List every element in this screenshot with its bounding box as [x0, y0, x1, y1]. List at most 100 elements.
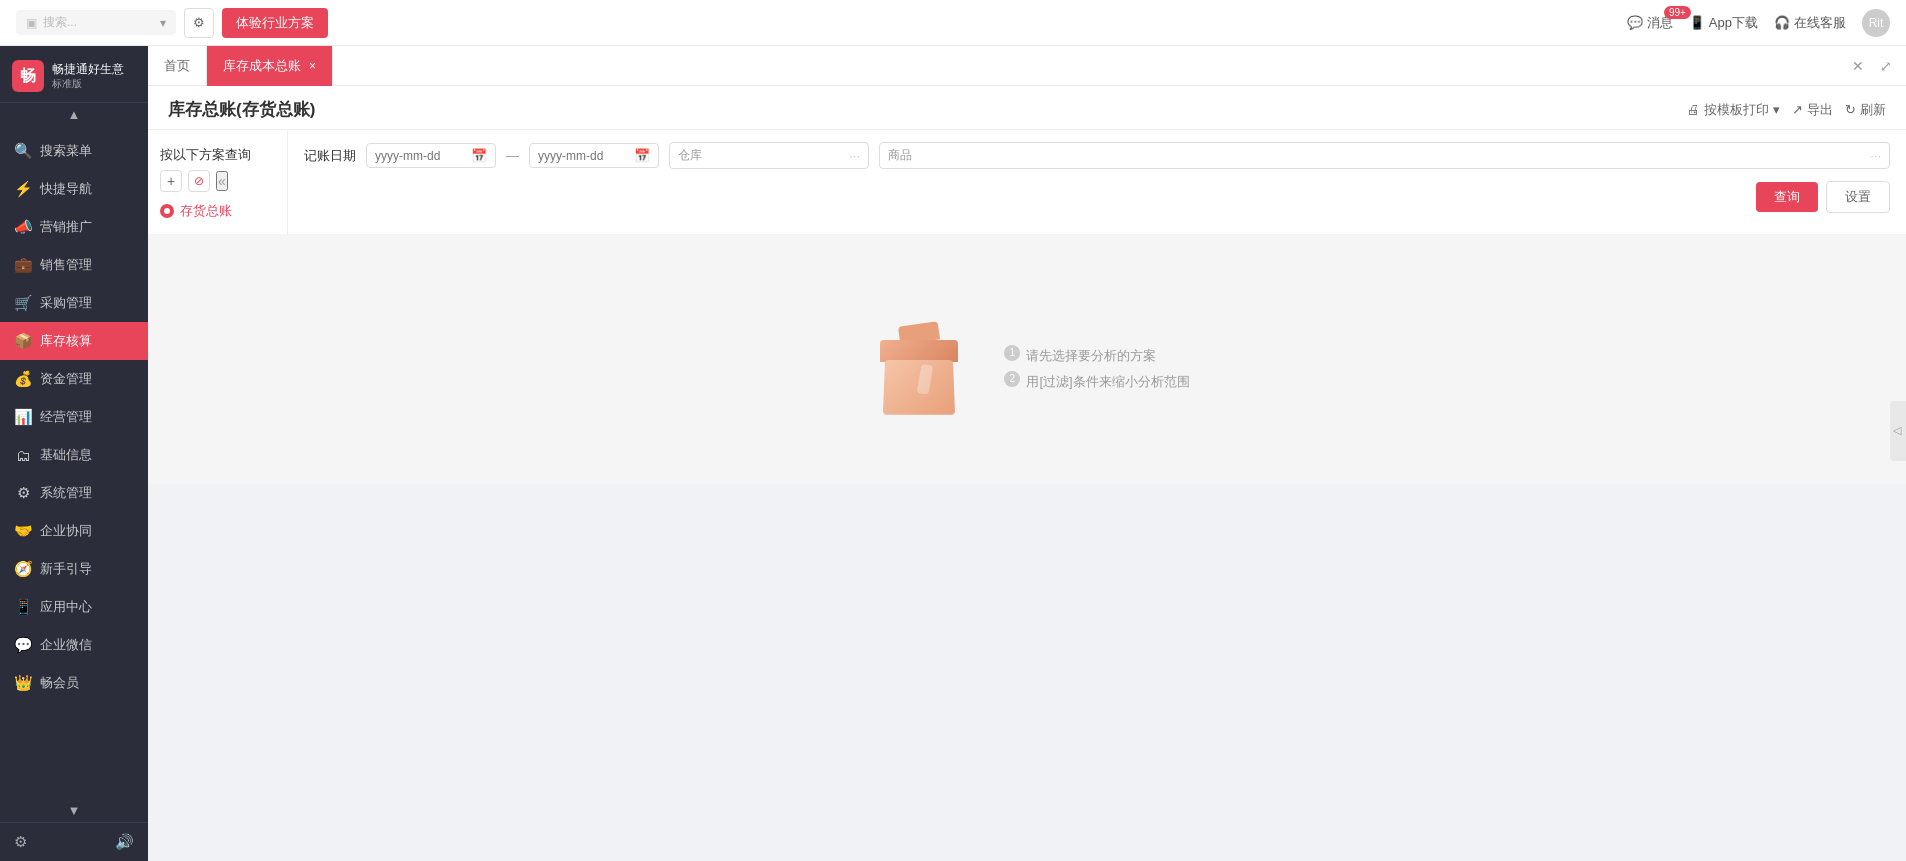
- sidebar-label-basic-info: 基础信息: [40, 446, 92, 464]
- product-select[interactable]: 商品 ···: [879, 142, 1890, 169]
- tab-inventory-ledger[interactable]: 库存成本总账 ×: [207, 46, 333, 86]
- empty-tips: 1 请先选择要分析的方案 2 用[过滤]条件来缩小分析范围: [1004, 343, 1189, 395]
- page-header: 库存总账(存货总账) 🖨 按模板打印 ▾ ↗ 导出 ↻ 刷新: [148, 86, 1906, 130]
- tab-close-all-icon[interactable]: ✕: [1846, 54, 1870, 78]
- right-panel-toggle[interactable]: ◁: [1890, 401, 1906, 461]
- sidebar-item-basic-info[interactable]: 🗂 基础信息: [0, 436, 148, 474]
- calendar-start-icon[interactable]: 📅: [471, 148, 487, 163]
- messages-badge: 99+: [1664, 6, 1691, 19]
- filter-collapse-button[interactable]: «: [216, 171, 228, 191]
- guide-icon: 🧭: [14, 560, 32, 578]
- logo-icon: 畅: [12, 60, 44, 92]
- filter-clear-button[interactable]: ⊘: [188, 170, 210, 192]
- search-dropdown-icon[interactable]: ▾: [160, 16, 166, 30]
- query-button[interactable]: 查询: [1756, 182, 1818, 212]
- warehouse-label: 仓库: [678, 147, 849, 164]
- sidebar-label-vip: 畅会员: [40, 674, 79, 692]
- search-placeholder: 搜索...: [43, 14, 77, 31]
- sidebar-item-wechat[interactable]: 💬 企业微信: [0, 626, 148, 664]
- warehouse-select[interactable]: 仓库 ···: [669, 142, 869, 169]
- settings-footer-icon[interactable]: ⚙: [14, 833, 27, 851]
- sidebar-item-finance[interactable]: 💰 资金管理: [0, 360, 148, 398]
- filter-top-row: 记账日期 📅 — 📅 仓库 ···: [304, 142, 1890, 169]
- product-label: 商品: [888, 147, 1870, 164]
- gear-button[interactable]: ⚙: [184, 8, 214, 38]
- tab-home[interactable]: 首页: [148, 46, 207, 86]
- sidebar-item-purchase[interactable]: 🛒 采购管理: [0, 284, 148, 322]
- sidebar-item-guide[interactable]: 🧭 新手引导: [0, 550, 148, 588]
- filter-clear-icon: ⊘: [194, 174, 204, 188]
- sidebar-label-inventory: 库存核算: [40, 332, 92, 350]
- sidebar-item-collaboration[interactable]: 🤝 企业协同: [0, 512, 148, 550]
- sidebar-item-search-menu[interactable]: 🔍 搜索菜单: [0, 132, 148, 170]
- top-search[interactable]: ▣ 搜索... ▾: [16, 10, 176, 35]
- sidebar-label-guide: 新手引导: [40, 560, 92, 578]
- sidebar-item-quick-nav[interactable]: ⚡ 快捷导航: [0, 170, 148, 208]
- sidebar-label-purchase: 采购管理: [40, 294, 92, 312]
- empty-illustration: [864, 314, 974, 424]
- sidebar-label-system: 系统管理: [40, 484, 92, 502]
- industry-button[interactable]: 体验行业方案: [222, 8, 328, 38]
- sidebar-label-collaboration: 企业协同: [40, 522, 92, 540]
- tab-expand-icon[interactable]: ⤢: [1874, 54, 1898, 78]
- empty-inner: 1 请先选择要分析的方案 2 用[过滤]条件来缩小分析范围: [864, 314, 1189, 424]
- sidebar-scroll-down[interactable]: ▼: [0, 799, 148, 822]
- sidebar: 畅 畅捷通好生意 标准版 ▲ 🔍 搜索菜单 ⚡ 快捷导航 📣 营销推广 💼: [0, 46, 148, 861]
- print-dropdown-icon[interactable]: ▾: [1773, 102, 1780, 117]
- tabs-right-actions: ✕ ⤢: [1838, 54, 1906, 78]
- audio-footer-icon[interactable]: 🔊: [115, 833, 134, 851]
- date-filter-label: 记账日期: [304, 147, 356, 165]
- box-lid: [880, 340, 958, 362]
- product-more-icon[interactable]: ···: [1870, 148, 1881, 163]
- export-button[interactable]: ↗ 导出: [1792, 101, 1833, 119]
- inventory-icon: 📦: [14, 332, 32, 350]
- date-end-input[interactable]: 📅: [529, 143, 659, 168]
- search-text: ▣: [26, 16, 37, 30]
- warehouse-more-icon[interactable]: ···: [849, 148, 860, 163]
- settings-button[interactable]: 设置: [1826, 181, 1890, 213]
- scheme-dot-icon: [160, 204, 174, 218]
- sidebar-label-finance: 资金管理: [40, 370, 92, 388]
- date-end-field[interactable]: [538, 149, 628, 163]
- tab-close-icon[interactable]: ×: [309, 59, 316, 73]
- filter-add-button[interactable]: +: [160, 170, 182, 192]
- calendar-end-icon[interactable]: 📅: [634, 148, 650, 163]
- date-start-field[interactable]: [375, 149, 465, 163]
- top-bar: ▣ 搜索... ▾ ⚙ 体验行业方案 💬 消息 99+ 📱 App下载 🎧 在线…: [0, 0, 1906, 46]
- app-download-button[interactable]: 📱 App下载: [1689, 14, 1758, 32]
- sidebar-item-sales[interactable]: 💼 销售管理: [0, 246, 148, 284]
- filter-action-row: 查询 设置: [304, 181, 1890, 213]
- filter-right-panel: 记账日期 📅 — 📅 仓库 ···: [288, 130, 1906, 234]
- messages-button[interactable]: 💬 消息 99+: [1627, 14, 1673, 32]
- sidebar-item-system[interactable]: ⚙ 系统管理: [0, 474, 148, 512]
- message-icon: 💬: [1627, 15, 1643, 30]
- box-shine: [917, 364, 934, 395]
- sidebar-label-marketing: 营销推广: [40, 218, 92, 236]
- box-body: [883, 360, 955, 415]
- filter-area: 按以下方案查询 + ⊘ « 存货总账: [148, 130, 1906, 234]
- user-avatar[interactable]: Rit: [1862, 9, 1890, 37]
- sidebar-logo: 畅 畅捷通好生意 标准版: [0, 46, 148, 103]
- print-button[interactable]: 🖨 按模板打印 ▾: [1687, 101, 1780, 119]
- sidebar-item-management[interactable]: 📊 经营管理: [0, 398, 148, 436]
- marketing-icon: 📣: [14, 218, 32, 236]
- sidebar-item-app-center[interactable]: 📱 应用中心: [0, 588, 148, 626]
- page-title: 库存总账(存货总账): [168, 98, 315, 121]
- sidebar-label-wechat: 企业微信: [40, 636, 92, 654]
- tab-bar: 首页 库存成本总账 × ✕ ⤢: [148, 46, 1906, 86]
- sidebar-nav: 🔍 搜索菜单 ⚡ 快捷导航 📣 营销推广 💼 销售管理 🛒 采购管理 📦: [0, 126, 148, 799]
- gear-icon: ⚙: [193, 15, 205, 30]
- empty-tip-1: 1 请先选择要分析的方案: [1004, 343, 1189, 369]
- tip-num-2: 2: [1004, 371, 1020, 387]
- sidebar-scroll-up[interactable]: ▲: [0, 103, 148, 126]
- scheme-item-inventory-ledger[interactable]: 存货总账: [148, 196, 287, 226]
- sidebar-item-vip[interactable]: 👑 畅会员: [0, 664, 148, 702]
- online-service-button[interactable]: 🎧 在线客服: [1774, 14, 1846, 32]
- wechat-icon: 💬: [14, 636, 32, 654]
- sidebar-item-inventory[interactable]: 📦 库存核算: [0, 322, 148, 360]
- refresh-button[interactable]: ↻ 刷新: [1845, 101, 1886, 119]
- sidebar-item-marketing[interactable]: 📣 营销推广: [0, 208, 148, 246]
- sidebar-label-quick-nav: 快捷导航: [40, 180, 92, 198]
- date-start-input[interactable]: 📅: [366, 143, 496, 168]
- vip-icon: 👑: [14, 674, 32, 692]
